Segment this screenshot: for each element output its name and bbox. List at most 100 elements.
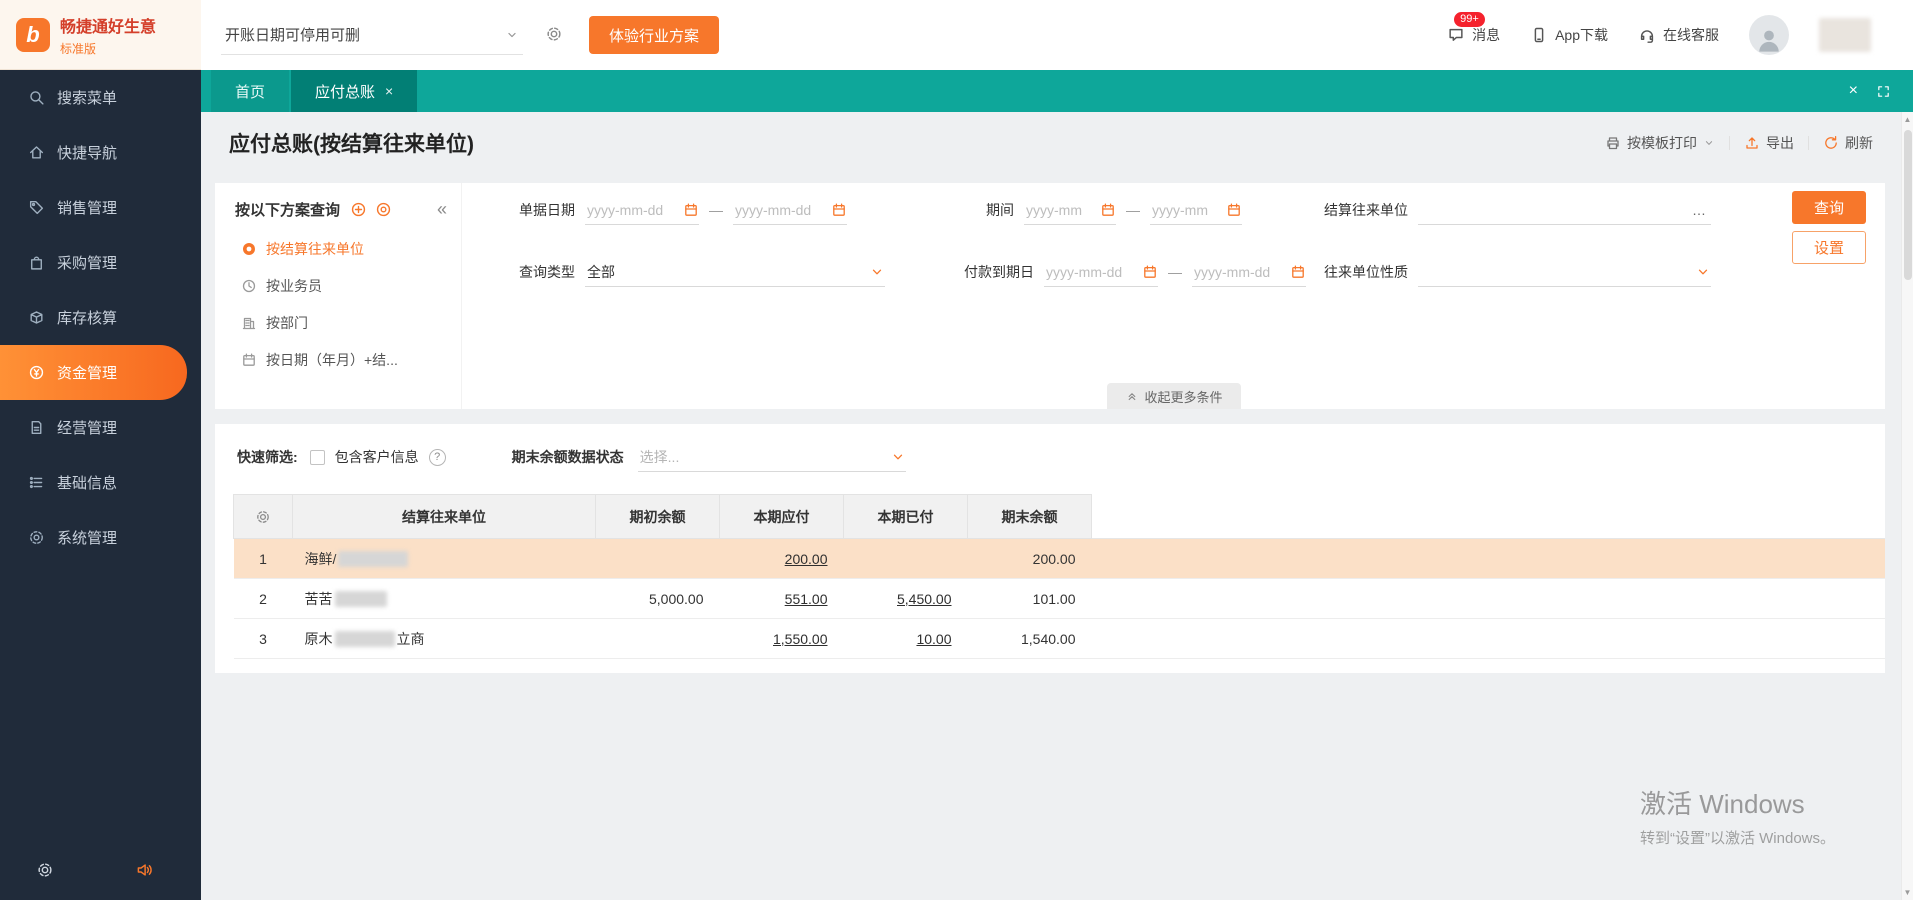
sidebar-item-label: 采购管理 — [57, 255, 118, 272]
period-start-input[interactable] — [1024, 201, 1096, 218]
col-header-closing-balance[interactable]: 期末余额 — [967, 494, 1092, 539]
messages-button[interactable]: 99+ 消息 — [1447, 12, 1500, 45]
refresh-button[interactable]: 刷新 — [1823, 133, 1873, 153]
sidebar-item-base-info[interactable]: 基础信息 — [0, 455, 201, 510]
settings-button[interactable]: 设置 — [1792, 231, 1866, 264]
export-button[interactable]: 导出 — [1744, 133, 1794, 153]
calendar-icon[interactable] — [1100, 202, 1116, 218]
calendar-icon[interactable] — [831, 202, 847, 218]
scrollbar-thumb[interactable] — [1904, 130, 1912, 280]
online-service-button[interactable]: 在线客服 — [1638, 25, 1719, 45]
payable-amount-link[interactable]: 551.00 — [785, 591, 828, 607]
table-row[interactable]: 3 原木 立商 1,550.00 10.00 1,540.00 — [233, 618, 1885, 659]
calendar-icon[interactable] — [1290, 264, 1306, 280]
opening-balance-cell — [595, 538, 720, 579]
paid-amount-link[interactable]: 10.00 — [916, 631, 951, 647]
paid-amount-link[interactable]: 5,450.00 — [897, 591, 952, 607]
clock-icon — [241, 278, 257, 294]
messages-badge: 99+ — [1454, 12, 1485, 27]
quick-filter-row: 快速筛选: 包含客户信息 ? 期末余额数据状态 选择... — [215, 424, 1885, 472]
chevron-down-icon — [1695, 264, 1711, 280]
collapse-more-conditions[interactable]: 收起更多条件 — [1106, 383, 1241, 409]
partner-nature-select[interactable] — [1418, 257, 1711, 287]
partner-picker-ellipsis[interactable]: … — [1688, 202, 1711, 218]
payable-amount-link[interactable]: 200.00 — [785, 551, 828, 567]
redacted-name — [334, 590, 387, 607]
account-period-dropdown[interactable]: 开账日期可停用可删 — [221, 15, 523, 55]
doc-date-filter: 单据日期 — — [519, 194, 847, 226]
row-index: 1 — [233, 538, 293, 579]
doc-date-start-input[interactable] — [585, 201, 679, 218]
calendar-icon[interactable] — [1142, 264, 1158, 280]
partner-input[interactable] — [1418, 201, 1684, 218]
col-header-current-payable[interactable]: 本期应付 — [719, 494, 844, 539]
include-customer-checkbox[interactable] — [309, 449, 325, 465]
trial-solution-button[interactable]: 体验行业方案 — [589, 16, 720, 54]
sidebar-settings-icon[interactable] — [36, 861, 54, 882]
col-header-current-paid[interactable]: 本期已付 — [843, 494, 968, 539]
search-button[interactable]: 查询 — [1792, 191, 1866, 224]
scheme-settings-icon[interactable] — [375, 201, 392, 218]
app-edition: 标准版 — [60, 41, 97, 56]
scheme-by-salesperson[interactable]: 按业务员 — [235, 267, 447, 304]
sidebar-sound-icon[interactable] — [135, 861, 153, 882]
balance-status-select[interactable]: 选择... — [637, 442, 906, 472]
table-row[interactable]: 2 苦苦 5,000.00 551.00 5,450.00 101.00 — [233, 578, 1885, 619]
vertical-scrollbar[interactable]: ▲ ▼ — [1901, 112, 1913, 900]
due-date-end-input[interactable] — [1192, 263, 1286, 280]
scheme-by-partner[interactable]: 按结算往来单位 — [235, 230, 447, 267]
calendar-icon[interactable] — [683, 202, 699, 218]
calendar-icon[interactable] — [1226, 202, 1242, 218]
column-settings-icon[interactable] — [233, 494, 293, 539]
tab-payable-ledger[interactable]: 应付总账 × — [291, 70, 418, 112]
sidebar-item-funds[interactable]: 资金管理 — [0, 345, 187, 400]
doc-date-end-input[interactable] — [733, 201, 827, 218]
sidebar-item-operations[interactable]: 经营管理 — [0, 400, 201, 455]
print-by-template-button[interactable]: 按模板打印 — [1605, 133, 1715, 153]
print-label: 按模板打印 — [1627, 134, 1697, 151]
scheme-by-date[interactable]: 按日期（年月）+结... — [235, 341, 447, 378]
sidebar-item-inventory[interactable]: 库存核算 — [0, 290, 201, 345]
scroll-up-arrow[interactable]: ▲ — [1904, 115, 1912, 124]
topbar-settings-icon[interactable] — [545, 25, 563, 46]
period-end-input[interactable] — [1150, 201, 1222, 218]
tag-icon — [28, 199, 45, 216]
due-date-filter: 付款到期日 — — [964, 256, 1306, 288]
col-header-partner[interactable]: 结算往来单位 — [292, 494, 596, 539]
current-paid-cell — [843, 538, 968, 579]
fullscreen-icon[interactable] — [1876, 84, 1891, 99]
app-download-button[interactable]: App下载 — [1530, 25, 1608, 45]
app-logo[interactable]: b 畅捷通好生意 标准版 — [0, 0, 201, 70]
table-row[interactable]: 1 海鲜/ 200.00 200.00 — [233, 538, 1885, 579]
tab-home[interactable]: 首页 — [211, 70, 290, 112]
windows-activation-watermark: 激活 Windows 转到“设置”以激活 Windows。 — [1640, 784, 1835, 848]
app-root: b 畅捷通好生意 标准版 搜索菜单 快捷导航 销售管理 采购管理 库存核算 资金… — [0, 0, 1913, 900]
period-start-field — [1024, 195, 1116, 225]
main-content: 应付总账(按结算往来单位) 按模板打印 导出 刷新 按以下方案查询 « 按结算往… — [201, 112, 1913, 900]
sidebar-item-purchase[interactable]: 采购管理 — [0, 235, 201, 290]
doc-date-label: 单据日期 — [519, 202, 575, 218]
scheme-by-department[interactable]: 按部门 — [235, 304, 447, 341]
sidebar-item-sales[interactable]: 销售管理 — [0, 180, 201, 235]
tab-bar: 首页 应付总账 × × — [201, 70, 1913, 112]
query-panel-header: 按以下方案查询 « — [235, 199, 447, 220]
scheme-label: 按日期（年月）+结... — [266, 351, 398, 368]
user-avatar[interactable] — [1749, 15, 1789, 55]
tab-close-icon[interactable]: × — [385, 83, 393, 99]
help-icon[interactable]: ? — [428, 448, 446, 466]
add-scheme-icon[interactable] — [350, 201, 367, 218]
sidebar-item-search-menu[interactable]: 搜索菜单 — [0, 70, 201, 125]
sidebar-item-quick-nav[interactable]: 快捷导航 — [0, 125, 201, 180]
sidebar-item-system[interactable]: 系统管理 — [0, 510, 201, 565]
collapse-panel-icon[interactable]: « — [437, 199, 447, 220]
payable-amount-link[interactable]: 1,550.00 — [773, 631, 828, 647]
partner-name-cell: 苦苦 — [292, 578, 596, 619]
query-type-select[interactable]: 全部 — [585, 257, 885, 287]
scroll-down-arrow[interactable]: ▼ — [1904, 888, 1912, 897]
close-all-tabs-icon[interactable]: × — [1849, 82, 1858, 100]
due-date-start-input[interactable] — [1044, 263, 1138, 280]
col-header-opening-balance[interactable]: 期初余额 — [595, 494, 720, 539]
sidebar-item-label: 库存核算 — [57, 310, 118, 327]
phone-icon — [1530, 26, 1548, 44]
sidebar-item-label: 快捷导航 — [57, 145, 118, 162]
